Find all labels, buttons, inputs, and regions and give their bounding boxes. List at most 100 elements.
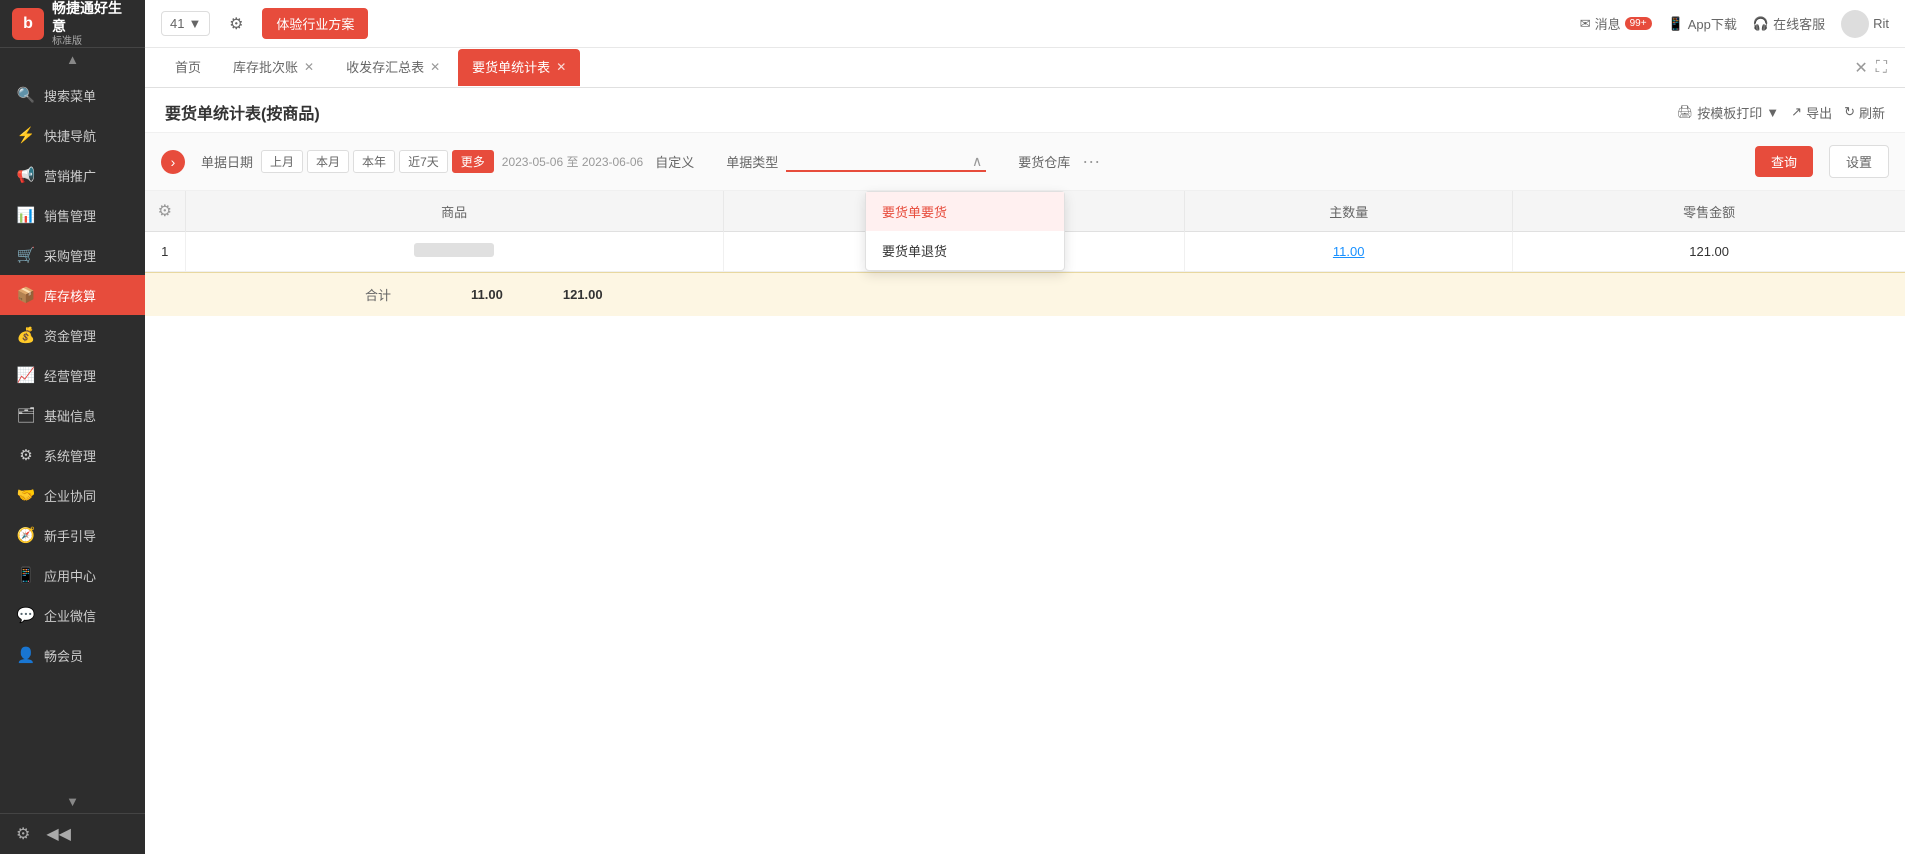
export-button[interactable]: ↗ 导出 <box>1791 103 1832 122</box>
date-btn-this-year[interactable]: 本年 <box>353 150 395 173</box>
appstore-icon: 📱 <box>16 565 36 585</box>
sidebar-item-finance[interactable]: 💰 资金管理 <box>0 315 145 355</box>
settings-button[interactable]: 设置 <box>1829 145 1889 178</box>
sidebar-item-search[interactable]: 🔍 搜索菜单 <box>0 75 145 115</box>
filter-toggle-button[interactable]: › <box>161 150 185 174</box>
tab-order-stats[interactable]: 要货单统计表 ✕ <box>458 49 580 86</box>
page-title: 要货单统计表(按商品) <box>165 100 320 124</box>
trial-button[interactable]: 体验行业方案 <box>262 8 368 39</box>
app-logo: b 畅捷通好生意 标准版 <box>0 0 145 48</box>
date-btn-last-month[interactable]: 上月 <box>261 150 303 173</box>
sidebar-settings-icon[interactable]: ⚙ <box>16 824 30 844</box>
date-btn-7days[interactable]: 近7天 <box>399 150 448 173</box>
type-filter-input-wrap: ∧ <box>786 151 986 172</box>
table-cell-amount: 121.00 <box>1513 232 1905 272</box>
custom-date-label[interactable]: 自定义 <box>655 152 694 171</box>
tab-close-receivable-summary[interactable]: ✕ <box>430 60 440 74</box>
export-icon: ↗ <box>1791 104 1802 120</box>
warehouse-more-icon[interactable]: ··· <box>1082 151 1100 172</box>
logo-icon: b <box>12 8 44 40</box>
tab-receivable-summary[interactable]: 收发存汇总表 ✕ <box>332 49 454 86</box>
tab-close-order-stats[interactable]: ✕ <box>556 60 566 74</box>
sidebar-item-basic[interactable]: 🗂 基础信息 <box>0 395 145 435</box>
refresh-button[interactable]: ↻ 刷新 <box>1844 103 1885 122</box>
sidebar-item-sales[interactable]: 📊 销售管理 <box>0 195 145 235</box>
user-avatar-action[interactable]: Rit <box>1841 10 1889 38</box>
type-dropdown: 要货单要货 要货单退货 <box>865 191 1065 271</box>
goods-blurred <box>414 243 494 257</box>
sidebar-item-guide[interactable]: 🧭 新手引导 <box>0 515 145 555</box>
avatar <box>1841 10 1869 38</box>
sidebar-item-shortcut[interactable]: ⚡ 快捷导航 <box>0 115 145 155</box>
table-footer: 合计 11.00 121.00 <box>145 272 1905 316</box>
type-filter-clear-icon[interactable]: ∧ <box>972 153 982 170</box>
tab-close-inventory-batch[interactable]: ✕ <box>304 60 314 74</box>
topbar: 41 ▼ ⚙ 体验行业方案 ✉ 消息 99+ 📱 App下载 🎧 在线客服 R <box>145 0 1905 48</box>
tab-inventory-batch[interactable]: 库存批次账 ✕ <box>219 49 328 86</box>
sidebar-item-operation[interactable]: 📈 经营管理 <box>0 355 145 395</box>
topbar-right: ✉ 消息 99+ 📱 App下载 🎧 在线客服 Rit <box>1580 10 1889 38</box>
topbar-left: 41 ▼ ⚙ 体验行业方案 <box>161 8 368 39</box>
phone-icon: 📱 <box>1668 16 1684 32</box>
guide-icon: 🧭 <box>16 525 36 545</box>
headset-icon: 🎧 <box>1753 16 1769 32</box>
sales-icon: 📊 <box>16 205 36 225</box>
page-header: 要货单统计表(按商品) 🖨 按模板打印 ▼ ↗ 导出 ↻ 刷新 <box>145 88 1905 133</box>
sidebar-scroll-up[interactable]: ▲ <box>0 48 145 71</box>
page-actions: 🖨 按模板打印 ▼ ↗ 导出 ↻ 刷新 <box>1677 103 1885 122</box>
date-shortcuts: 上月 本月 本年 近7天 更多 <box>261 150 494 173</box>
date-btn-more[interactable]: 更多 <box>452 150 494 173</box>
tab-home[interactable]: 首页 <box>161 49 215 86</box>
table-quantity-header: 主数量 <box>1185 191 1513 232</box>
date-btn-this-month[interactable]: 本月 <box>307 150 349 173</box>
tabbar: 首页 库存批次账 ✕ 收发存汇总表 ✕ 要货单统计表 ✕ ✕ ⛶ <box>145 48 1905 88</box>
logo-text: 畅捷通好生意 标准版 <box>52 0 133 48</box>
footer-label: 合计 <box>365 285 391 304</box>
date-filter-group: 单据日期 上月 本月 本年 近7天 更多 2023-05-06 至 2023-0… <box>201 150 694 173</box>
dropdown-item-order-goods[interactable]: 要货单要货 <box>866 192 1064 231</box>
sidebar-bottom: ⚙ ◀◀ <box>0 813 145 854</box>
warehouse-filter-label: 要货仓库 <box>1018 152 1070 171</box>
sidebar-scroll-down[interactable]: ▼ <box>0 790 145 813</box>
refresh-icon: ↻ <box>1844 104 1855 120</box>
warehouse-filter-group: 要货仓库 ··· <box>1002 151 1100 172</box>
wecom-icon: 💬 <box>16 605 36 625</box>
sidebar-item-marketing[interactable]: 📢 营销推广 <box>0 155 145 195</box>
sidebar-item-inventory[interactable]: 📦 库存核算 <box>0 275 145 315</box>
shortcut-icon: ⚡ <box>16 125 36 145</box>
app-download-action[interactable]: 📱 App下载 <box>1668 14 1737 33</box>
marketing-icon: 📢 <box>16 165 36 185</box>
table-gear-header[interactable]: ⚙ <box>145 191 185 232</box>
sidebar-item-member[interactable]: 👤 畅会员 <box>0 635 145 675</box>
search-button[interactable]: 查询 <box>1755 146 1813 177</box>
tab-close-all-icon[interactable]: ✕ <box>1852 56 1869 80</box>
dropdown-item-order-return[interactable]: 要货单退货 <box>866 231 1064 270</box>
sidebar-collapse-icon[interactable]: ◀◀ <box>46 824 71 844</box>
table-cell-quantity: 11.00 <box>1185 232 1513 272</box>
table-goods-header: 商品 <box>185 191 723 232</box>
print-chevron-icon: ▼ <box>1766 105 1779 120</box>
online-service-action[interactable]: 🎧 在线客服 <box>1753 14 1825 33</box>
sidebar-item-purchase[interactable]: 🛒 采购管理 <box>0 235 145 275</box>
topbar-settings-icon[interactable]: ⚙ <box>222 10 250 38</box>
page-content: 要货单统计表(按商品) 🖨 按模板打印 ▼ ↗ 导出 ↻ 刷新 › <box>145 88 1905 854</box>
basic-icon: 🗂 <box>16 405 36 425</box>
type-filter-input[interactable] <box>786 151 986 172</box>
company-selector[interactable]: 41 ▼ <box>161 11 210 36</box>
footer-amount: 121.00 <box>563 287 603 302</box>
table-cell-no: 1 <box>145 232 185 272</box>
tab-expand-icon[interactable]: ⛶ <box>1874 57 1889 79</box>
sidebar-item-collab[interactable]: 🤝 企业协同 <box>0 475 145 515</box>
date-filter-label: 单据日期 <box>201 152 253 171</box>
finance-icon: 💰 <box>16 325 36 345</box>
type-filter-group: 单据类型 ∧ <box>710 151 986 172</box>
sidebar-item-system[interactable]: ⚙ 系统管理 <box>0 435 145 475</box>
print-button[interactable]: 🖨 按模板打印 ▼ <box>1677 103 1779 122</box>
message-icon: ✉ <box>1580 16 1591 32</box>
date-range-display: 2023-05-06 至 2023-06-06 <box>502 153 643 170</box>
sidebar-item-appstore[interactable]: 📱 应用中心 <box>0 555 145 595</box>
sidebar-item-wecom[interactable]: 💬 企业微信 <box>0 595 145 635</box>
print-icon: 🖨 <box>1677 104 1694 120</box>
messages-action[interactable]: ✉ 消息 99+ <box>1580 14 1652 33</box>
messages-badge: 99+ <box>1625 17 1652 30</box>
